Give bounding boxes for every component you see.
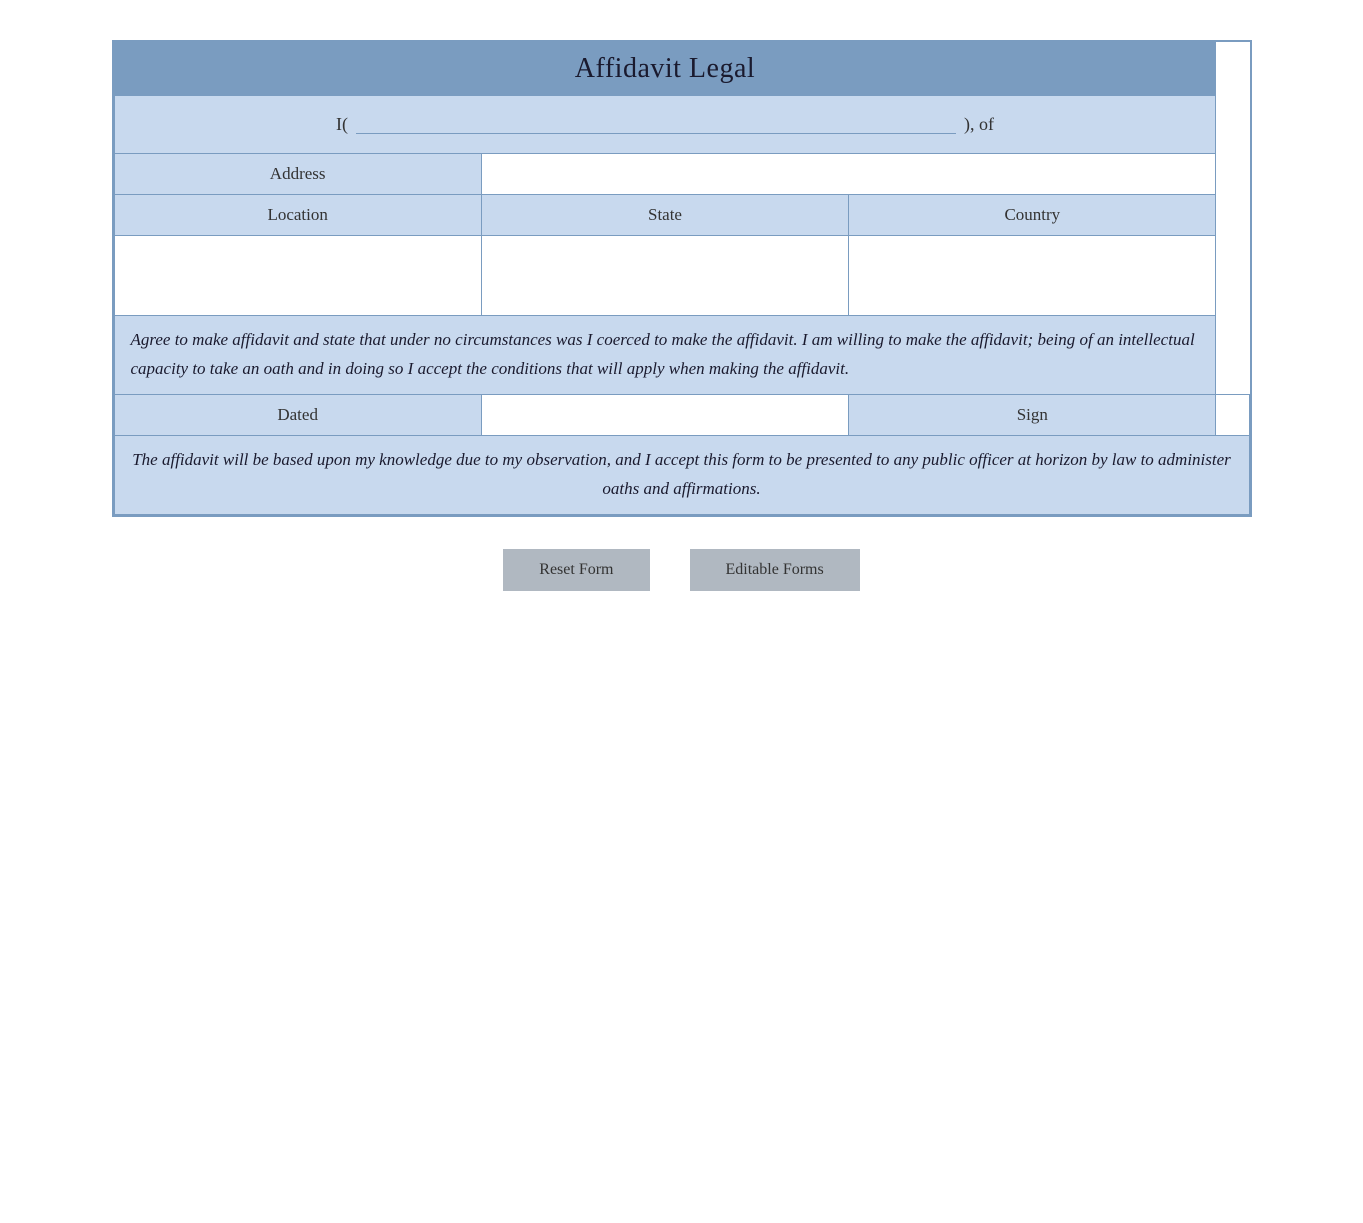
country-input[interactable] bbox=[865, 268, 1199, 285]
state-input[interactable] bbox=[498, 268, 832, 285]
title-row: Affidavit Legal bbox=[114, 43, 1249, 96]
reset-button[interactable]: Reset Form bbox=[503, 549, 649, 591]
footer-row: The affidavit will be based upon my know… bbox=[114, 435, 1249, 514]
editable-button[interactable]: Editable Forms bbox=[690, 549, 860, 591]
address-row: Address bbox=[114, 154, 1249, 195]
affidavit-form: Affidavit Legal I( ), of Address Locatio… bbox=[112, 40, 1252, 517]
address-input-cell[interactable] bbox=[481, 154, 1216, 195]
address-input[interactable] bbox=[498, 166, 1200, 183]
agreement-row: Agree to make affidavit and state that u… bbox=[114, 316, 1249, 395]
name-row: I( ), of bbox=[114, 96, 1249, 154]
location-inputs-row bbox=[114, 236, 1249, 316]
name-suffix: ), of bbox=[964, 114, 994, 135]
sign-input-cell[interactable] bbox=[1216, 394, 1249, 435]
dated-input[interactable] bbox=[498, 407, 832, 424]
dated-sign-row: Dated Sign bbox=[114, 394, 1249, 435]
sign-label: Sign bbox=[849, 394, 1216, 435]
location-input-cell[interactable] bbox=[114, 236, 481, 316]
agreement-text: Agree to make affidavit and state that u… bbox=[114, 316, 1216, 395]
name-prefix: I( bbox=[336, 114, 348, 135]
dated-label: Dated bbox=[114, 394, 481, 435]
location-input[interactable] bbox=[131, 268, 465, 285]
dated-input-cell[interactable] bbox=[481, 394, 848, 435]
form-title: Affidavit Legal bbox=[114, 43, 1216, 96]
address-label: Address bbox=[114, 154, 481, 195]
location-label: Location bbox=[114, 195, 481, 236]
buttons-section: Reset Form Editable Forms bbox=[112, 549, 1252, 591]
country-label: Country bbox=[849, 195, 1216, 236]
state-input-cell[interactable] bbox=[481, 236, 848, 316]
name-input[interactable] bbox=[356, 116, 956, 134]
state-label: State bbox=[481, 195, 848, 236]
footer-text: The affidavit will be based upon my know… bbox=[114, 435, 1249, 514]
location-labels-row: Location State Country bbox=[114, 195, 1249, 236]
country-input-cell[interactable] bbox=[849, 236, 1216, 316]
